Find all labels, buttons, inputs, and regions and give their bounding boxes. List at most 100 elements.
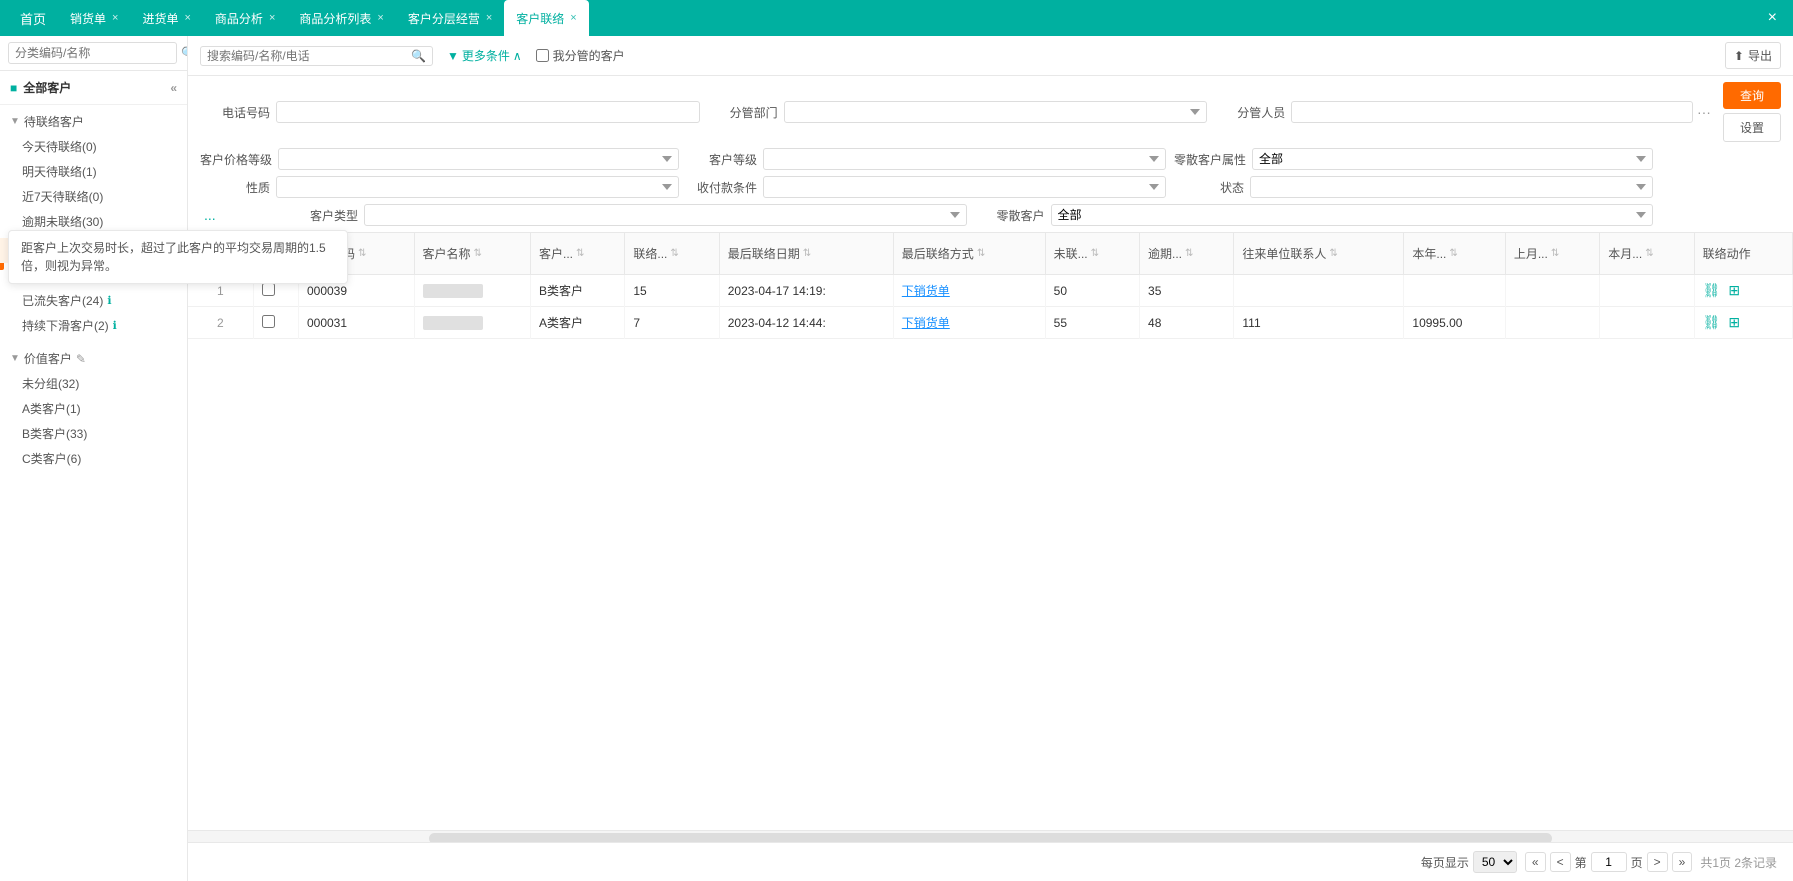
row1-lastdate: 2023-04-17 14:19: [719, 275, 893, 307]
class-a[interactable]: A类客户(1) [0, 396, 187, 421]
sidebar-collapse-btn[interactable]: « [170, 81, 177, 95]
sidebar-search-input[interactable] [8, 42, 177, 64]
col-thismonth-header[interactable]: 本月... ⇅ [1600, 233, 1694, 275]
contacts-sort-icon: ⇅ [1329, 248, 1337, 259]
table-row: 1 000039 B类客户 15 2023-04-17 14:19: 下销货单 [188, 275, 1793, 307]
col-name-header[interactable]: 客户名称 ⇅ [414, 233, 530, 275]
col-contact-header[interactable]: 联络... ⇅ [625, 233, 719, 275]
value-arrow: ▼ [10, 353, 20, 364]
row2-lastmethod[interactable]: 下销货单 [893, 307, 1045, 339]
col-thisyear-header[interactable]: 本年... ⇅ [1404, 233, 1505, 275]
status-select[interactable] [1250, 176, 1653, 198]
nav-tab-purchase[interactable]: 进货单 × [130, 0, 202, 36]
nature-select[interactable] [276, 176, 679, 198]
col-overdue-header[interactable]: 逾期... ⇅ [1140, 233, 1234, 275]
settings-button[interactable]: 设置 [1723, 113, 1781, 142]
sidebar: 🔍 ■ 全部客户 « ▼ 待联络客户 今天待联络(0) 明天待联络(1) 近7天… [0, 36, 188, 881]
nav-tab-home[interactable]: 首页 [8, 0, 58, 36]
payment-select[interactable] [763, 176, 1166, 198]
phone-input[interactable] [276, 101, 700, 123]
row1-select[interactable] [262, 283, 275, 296]
last-page-btn[interactable]: » [1672, 852, 1693, 872]
row1-type: B类客户 [530, 275, 624, 307]
nature-field: 性质 [200, 176, 679, 198]
value-edit-icon[interactable]: ✎ [76, 352, 86, 366]
already-lost[interactable]: 已流失客户(24) ℹ [0, 288, 187, 313]
person-dots[interactable]: ··· [1693, 104, 1715, 120]
row2-select[interactable] [262, 315, 275, 328]
my-customer-checkbox-label[interactable]: 我分管的客户 [536, 47, 625, 64]
dept-select[interactable] [784, 101, 1208, 123]
price-level-select[interactable] [278, 148, 679, 170]
more-conditions-button[interactable]: ▼ 更多条件 ∧ [441, 44, 528, 67]
query-button[interactable]: 查询 [1723, 82, 1781, 109]
retail-attr-select[interactable]: 全部 [1252, 148, 1653, 170]
horizontal-scrollbar[interactable] [188, 830, 1793, 842]
row2-name [414, 307, 530, 339]
class-c[interactable]: C类客户(6) [0, 446, 187, 471]
person-input[interactable] [1291, 101, 1693, 123]
today-pending[interactable]: 今天待联络(0) [0, 134, 187, 159]
declining[interactable]: 持续下滑客户(2) ℹ [0, 313, 187, 338]
class-b[interactable]: B类客户(33) [0, 421, 187, 446]
customer-type-label: 客户类型 [288, 207, 358, 224]
row2-code: 000031 [298, 307, 414, 339]
row1-grid-icon[interactable]: ⊞ [1728, 282, 1740, 299]
row1-link-icon[interactable]: ⛓ [1703, 282, 1721, 299]
nav-tab-analysis-list[interactable]: 商品分析列表 × [287, 0, 395, 36]
window-close-button[interactable]: × [1760, 9, 1785, 27]
nav-tab-sales[interactable]: 销货单 × [58, 0, 130, 36]
page-number-input[interactable] [1591, 852, 1627, 872]
sidebar-all-customers[interactable]: ■ 全部客户 « [0, 71, 187, 105]
close-analysis-tab[interactable]: × [269, 12, 275, 24]
sidebar-search-icon[interactable]: 🔍 [181, 46, 188, 60]
retail-customer-select[interactable]: 全部 [1051, 204, 1654, 226]
row2-grid-icon[interactable]: ⊞ [1728, 314, 1740, 331]
close-customer-mgmt-tab[interactable]: × [486, 12, 492, 24]
customer-level-select[interactable] [763, 148, 1166, 170]
per-page-select[interactable]: 50 [1473, 851, 1517, 873]
row1-lastmethod[interactable]: 下销货单 [893, 275, 1045, 307]
prev-page-btn[interactable]: < [1550, 852, 1571, 872]
col-contacts-header[interactable]: 往来单位联系人 ⇅ [1234, 233, 1404, 275]
payment-field: 收付款条件 [687, 176, 1166, 198]
tomorrow-pending[interactable]: 明天待联络(1) [0, 159, 187, 184]
my-customer-checkbox[interactable] [536, 49, 549, 62]
main-search-icon[interactable]: 🔍 [411, 49, 426, 63]
col-type-header[interactable]: 客户... ⇅ [530, 233, 624, 275]
col-lastdate-header[interactable]: 最后联络日期 ⇅ [719, 233, 893, 275]
customer-table: ⚙ 客户编码 ⇅ 客户名称 [188, 233, 1793, 339]
week-pending[interactable]: 近7天待联络(0) [0, 184, 187, 209]
close-customer-contact-tab[interactable]: × [570, 12, 576, 24]
name-sort-icon: ⇅ [474, 248, 482, 259]
pending-contact-group-label[interactable]: ▼ 待联络客户 [0, 109, 187, 134]
close-purchase-tab[interactable]: × [184, 12, 190, 24]
value-customer-group-label[interactable]: ▼ 价值客户 ✎ [0, 346, 187, 371]
top-navigation: 首页 销货单 × 进货单 × 商品分析 × 商品分析列表 × 客户分层经营 × … [0, 0, 1793, 36]
row1-thisyear [1404, 275, 1505, 307]
customer-type-select[interactable] [364, 204, 967, 226]
ungroup[interactable]: 未分组(32) [0, 371, 187, 396]
col-lastmonth-header[interactable]: 上月... ⇅ [1505, 233, 1599, 275]
nav-tab-customer-contact[interactable]: 客户联络 × [504, 0, 588, 36]
row2-lastmonth [1505, 307, 1599, 339]
nav-tab-analysis[interactable]: 商品分析 × [203, 0, 287, 36]
code-sort-icon: ⇅ [358, 248, 366, 259]
customer-level-field: 客户等级 [687, 148, 1166, 170]
export-button[interactable]: ⬆ 导出 [1725, 42, 1781, 69]
contact-sort-icon: ⇅ [670, 248, 678, 259]
close-analysis-list-tab[interactable]: × [377, 12, 383, 24]
close-sales-tab[interactable]: × [112, 12, 118, 24]
next-page-btn[interactable]: > [1647, 852, 1668, 872]
lastmethod-sort-icon: ⇅ [977, 248, 985, 259]
row1-contact: 15 [625, 275, 719, 307]
filter-row-2: 客户价格等级 客户等级 零散客户属性 全部 [200, 148, 1781, 170]
extra-dots[interactable]: ... [200, 207, 220, 223]
row2-link-icon[interactable]: ⛓ [1703, 314, 1721, 331]
main-search-input[interactable] [207, 49, 407, 63]
nav-tab-customer-mgmt[interactable]: 客户分层经营 × [396, 0, 504, 36]
col-lastmethod-header[interactable]: 最后联络方式 ⇅ [893, 233, 1045, 275]
col-unread-header[interactable]: 未联... ⇅ [1045, 233, 1139, 275]
filter-row-4: ... 客户类型 零散客户 全部 [200, 204, 1781, 226]
first-page-btn[interactable]: « [1525, 852, 1546, 872]
